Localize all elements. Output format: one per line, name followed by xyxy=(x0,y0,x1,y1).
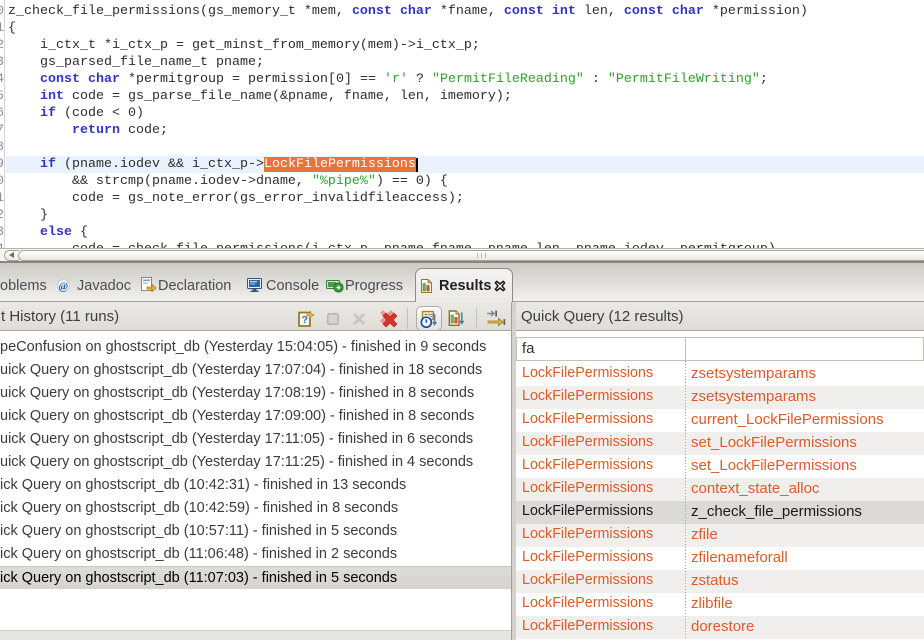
svg-text:?: ? xyxy=(302,314,308,326)
svg-text:@: @ xyxy=(59,280,68,292)
